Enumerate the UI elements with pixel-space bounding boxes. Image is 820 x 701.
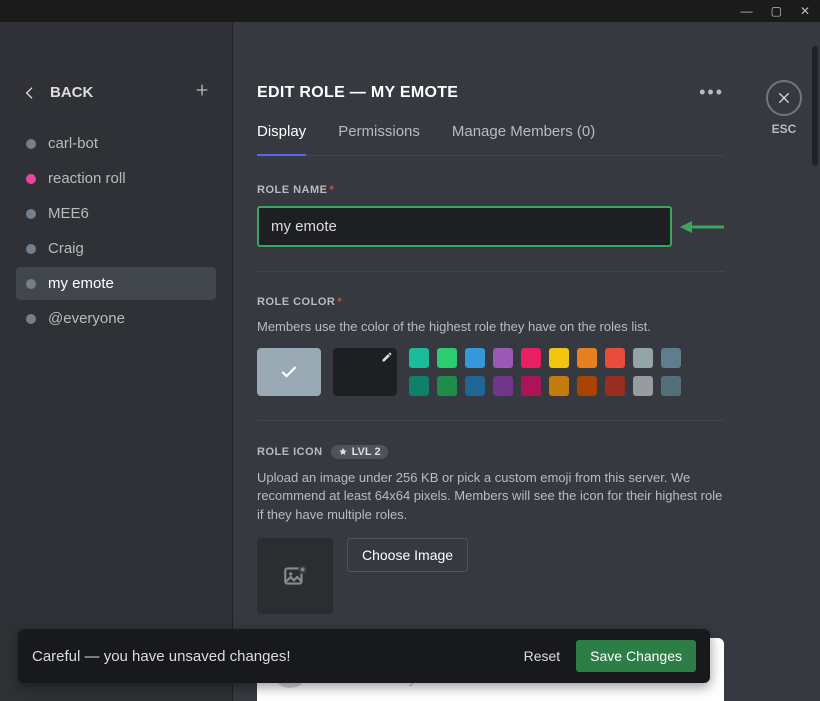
role-item-label: @everyone [48, 310, 125, 327]
color-swatch[interactable] [437, 348, 457, 368]
window-close-icon[interactable]: ✕ [800, 5, 810, 17]
minimize-icon[interactable]: — [741, 5, 753, 17]
sidebar-role-item[interactable]: MEE6 [16, 197, 216, 230]
plus-icon [194, 82, 210, 98]
arrow-left-icon [22, 85, 38, 101]
role-icon-label: ROLE ICON [257, 446, 323, 458]
role-color-dot [26, 244, 36, 254]
add-role-button[interactable] [194, 82, 210, 103]
sidebar-role-item[interactable]: carl-bot [16, 127, 216, 160]
role-item-label: MEE6 [48, 205, 89, 222]
color-swatch[interactable] [605, 348, 625, 368]
tab[interactable]: Permissions [338, 123, 420, 156]
window-titlebar: — ▢ ✕ [0, 0, 820, 22]
maximize-icon[interactable]: ▢ [771, 5, 782, 17]
back-button[interactable]: BACK [22, 84, 93, 101]
tab-bar: Display Permissions Manage Members (0) [257, 123, 724, 156]
color-swatch[interactable] [521, 348, 541, 368]
sidebar-role-item[interactable]: reaction roll [16, 162, 216, 195]
section-divider [257, 420, 724, 421]
role-item-label: reaction roll [48, 170, 126, 187]
color-swatch[interactable] [493, 348, 513, 368]
check-icon [279, 362, 299, 382]
default-color-swatch[interactable] [257, 348, 321, 396]
eyedropper-icon [381, 351, 393, 366]
role-icon-help: Upload an image under 256 KB or pick a c… [257, 469, 724, 524]
role-color-label: ROLE COLOR* [257, 296, 724, 308]
role-color-help: Members use the color of the highest rol… [257, 318, 724, 336]
role-color-dot [26, 279, 36, 289]
page-title: EDIT ROLE — MY EMOTE [257, 84, 458, 102]
color-swatch[interactable] [605, 376, 625, 396]
section-divider [257, 271, 724, 272]
color-swatch[interactable] [465, 348, 485, 368]
role-color-dot [26, 209, 36, 219]
color-swatch[interactable] [493, 376, 513, 396]
color-swatch[interactable] [633, 348, 653, 368]
esc-label: ESC [772, 122, 797, 136]
back-label: BACK [50, 84, 93, 101]
role-name-label: ROLE NAME* [257, 184, 724, 196]
save-changes-button[interactable]: Save Changes [576, 640, 696, 672]
annotation-arrow-icon [680, 218, 724, 236]
more-options-button[interactable]: ••• [699, 82, 724, 103]
color-swatch[interactable] [549, 348, 569, 368]
role-item-label: carl-bot [48, 135, 98, 152]
role-color-dot [26, 314, 36, 324]
sidebar-role-item[interactable]: Craig [16, 232, 216, 265]
scrollbar-track[interactable] [812, 22, 820, 701]
color-swatch[interactable] [661, 376, 681, 396]
sidebar-role-item[interactable]: @everyone [16, 302, 216, 335]
icon-upload-area[interactable] [257, 538, 333, 614]
add-image-icon [282, 563, 308, 589]
scrollbar-thumb[interactable] [812, 46, 818, 166]
role-color-dot [26, 174, 36, 184]
color-swatch[interactable] [437, 376, 457, 396]
color-swatch[interactable] [661, 348, 681, 368]
color-swatch[interactable] [409, 376, 429, 396]
boost-icon [338, 447, 348, 457]
close-icon [776, 90, 792, 106]
role-list: carl-bot reaction roll MEE6 Craig my emote @e… [16, 127, 216, 335]
color-row-2 [409, 376, 681, 396]
color-swatch[interactable] [549, 376, 569, 396]
role-color-dot [26, 139, 36, 149]
sidebar-role-item[interactable]: my emote [16, 267, 216, 300]
level-badge: LVL 2 [331, 445, 388, 459]
role-name-input[interactable] [257, 206, 672, 247]
roles-sidebar: BACK carl-bot reaction roll MEE6 Craig my em… [0, 22, 232, 701]
color-swatch[interactable] [633, 376, 653, 396]
role-item-label: Craig [48, 240, 84, 257]
tab[interactable]: Manage Members (0) [452, 123, 595, 156]
color-swatch[interactable] [577, 376, 597, 396]
role-item-label: my emote [48, 275, 114, 292]
main-content: EDIT ROLE — MY EMOTE ••• Display Permissi… [233, 22, 748, 701]
choose-image-button[interactable]: Choose Image [347, 538, 468, 572]
color-swatch[interactable] [465, 376, 485, 396]
custom-color-swatch[interactable] [333, 348, 397, 396]
color-swatch[interactable] [577, 348, 597, 368]
close-button[interactable] [766, 80, 802, 116]
color-row-1 [409, 348, 681, 368]
color-swatch[interactable] [409, 348, 429, 368]
unsaved-text: Careful — you have unsaved changes! [32, 648, 291, 665]
color-swatch[interactable] [521, 376, 541, 396]
tab[interactable]: Display [257, 123, 306, 156]
unsaved-changes-bar: Careful — you have unsaved changes! Rese… [18, 629, 710, 683]
reset-button[interactable]: Reset [524, 648, 561, 664]
